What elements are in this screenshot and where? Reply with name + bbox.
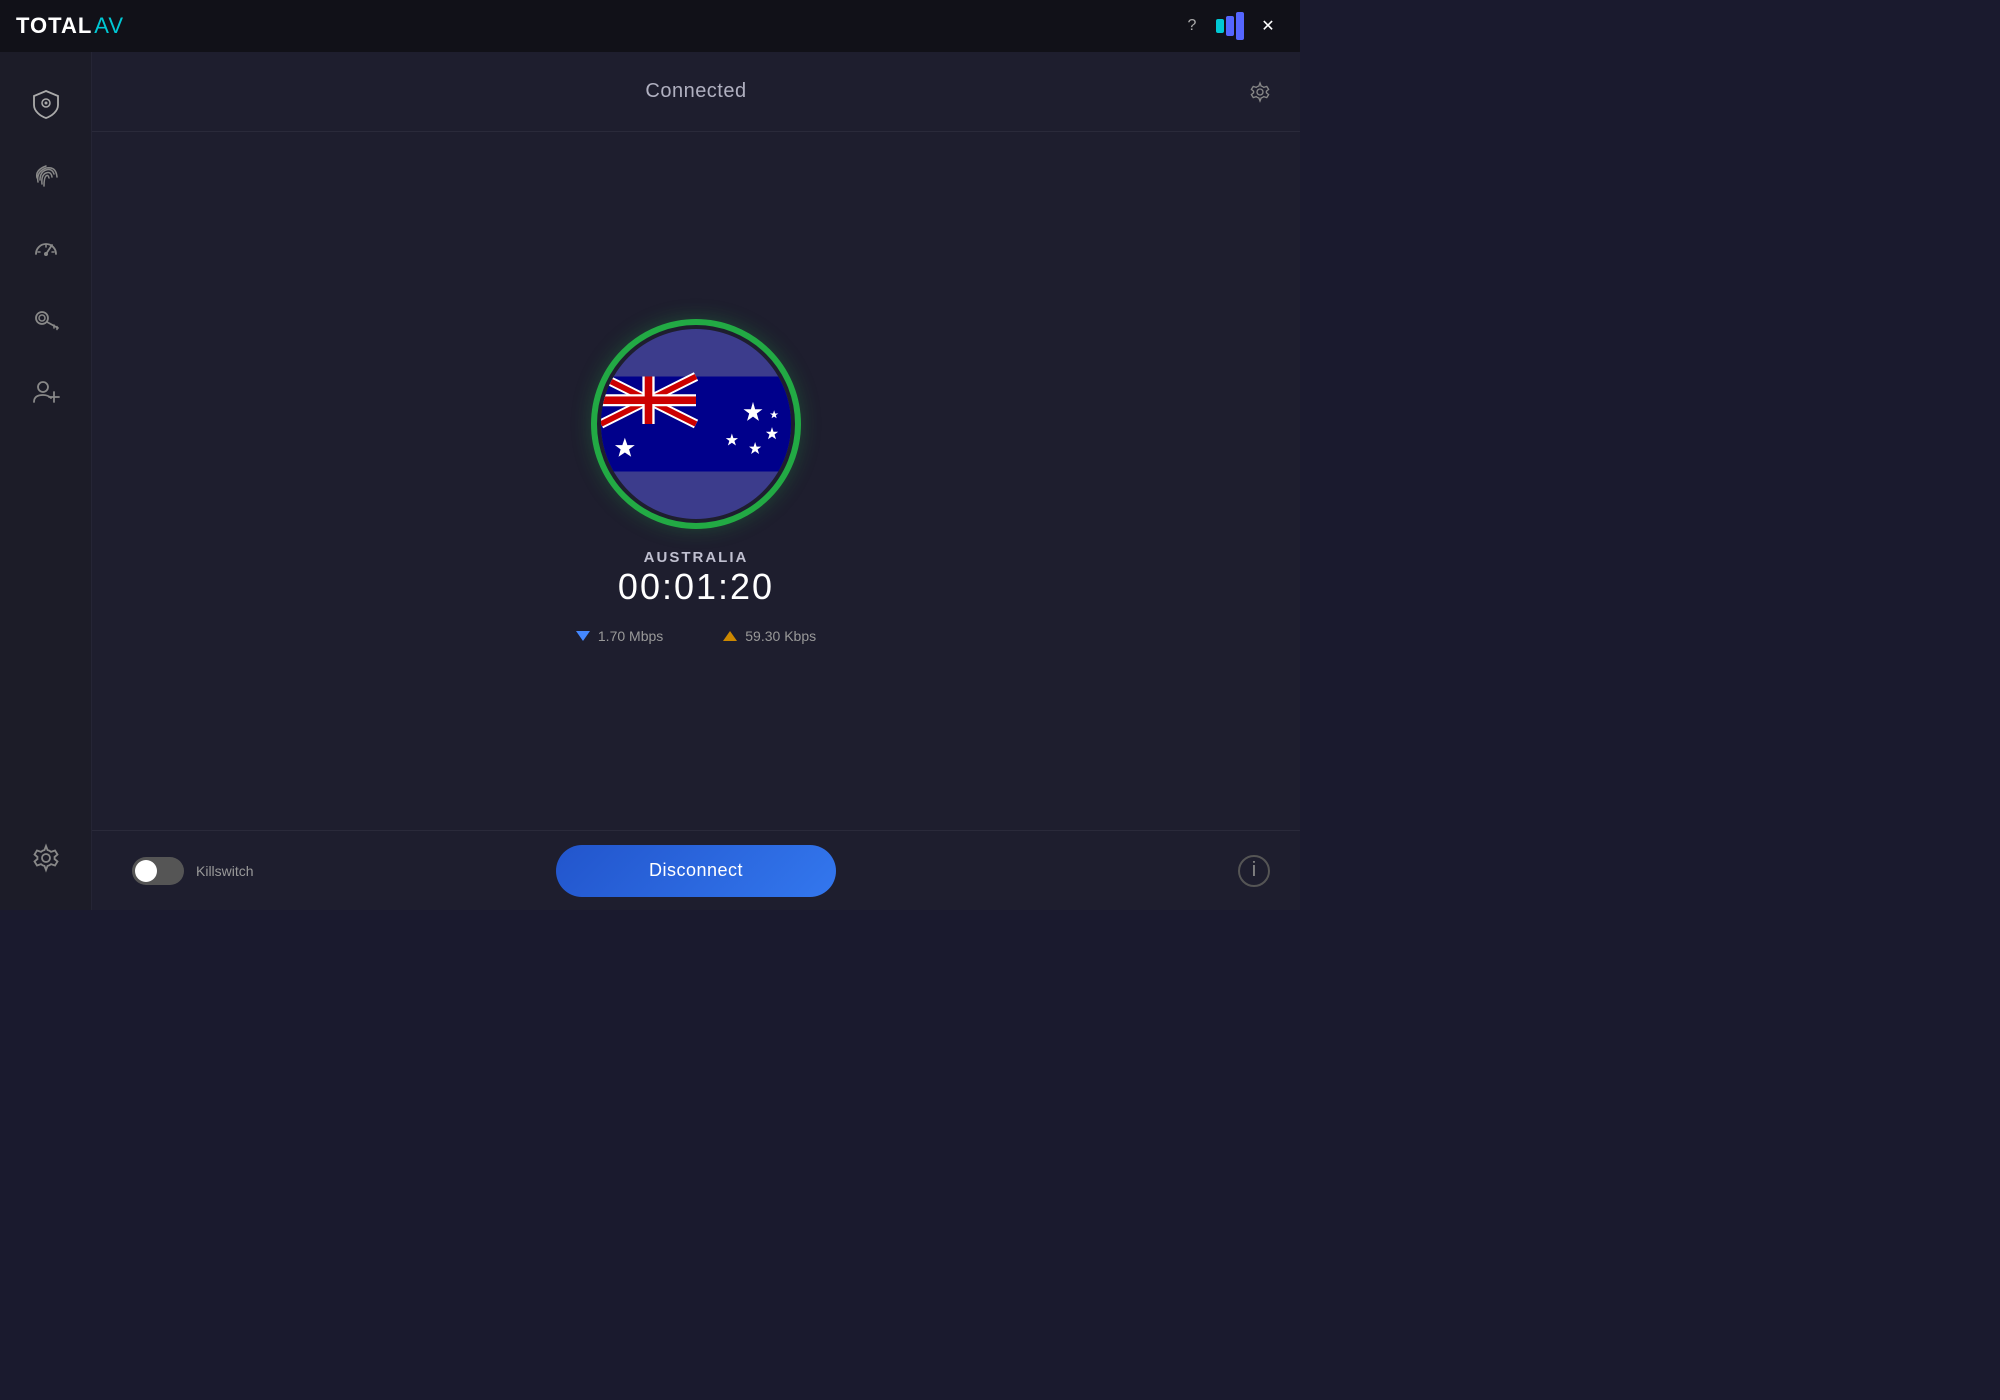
connection-timer: 00:01:20 <box>618 566 774 608</box>
titlebar: TOTAL AV ? ✕ <box>0 0 1300 52</box>
download-speed: 1.70 Mbps <box>576 628 663 644</box>
main-layout: Connected <box>0 52 1300 910</box>
app-logo: TOTAL AV <box>16 13 124 39</box>
connection-status: Connected <box>645 80 746 103</box>
killswitch-toggle[interactable] <box>132 857 184 885</box>
help-button[interactable]: ? <box>1176 10 1208 42</box>
sidebar-item-shield[interactable] <box>14 72 78 136</box>
logo-total: TOTAL <box>16 13 92 39</box>
shield-icon <box>30 88 62 120</box>
download-arrow-icon <box>576 631 590 641</box>
country-name: AUSTRALIA <box>618 549 774 566</box>
settings-button[interactable] <box>1240 72 1280 112</box>
fingerprint-icon <box>30 160 62 192</box>
key-icon <box>30 304 62 336</box>
vpn-content-area: Connected <box>92 52 1300 910</box>
toggle-knob <box>135 860 157 882</box>
australia-flag <box>601 329 791 519</box>
sidebar-item-tuneup[interactable] <box>14 216 78 280</box>
killswitch-container: Killswitch <box>132 857 254 885</box>
killswitch-label: Killswitch <box>196 863 254 879</box>
bottom-bar: Killswitch Disconnect i <box>92 830 1300 910</box>
upload-speed: 59.30 Kbps <box>723 628 816 644</box>
speed-stats: 1.70 Mbps 59.30 Kbps <box>576 628 816 644</box>
vpn-status-icon <box>1216 12 1244 40</box>
sidebar-item-password[interactable] <box>14 288 78 352</box>
sidebar-item-webshield[interactable] <box>14 144 78 208</box>
gear-sidebar-icon <box>30 842 62 874</box>
vpn-header: Connected <box>92 52 1300 132</box>
disconnect-button[interactable]: Disconnect <box>556 845 836 897</box>
gear-icon <box>1248 80 1272 104</box>
titlebar-controls: ? ✕ <box>1176 10 1284 42</box>
close-button[interactable]: ✕ <box>1252 10 1284 42</box>
flag-ring <box>591 319 801 529</box>
speedometer-icon <box>30 232 62 264</box>
info-button[interactable]: i <box>1238 855 1270 887</box>
upload-arrow-icon <box>723 631 737 641</box>
sidebar-item-add-user[interactable] <box>14 360 78 424</box>
connection-info: AUSTRALIA 00:01:20 <box>618 549 774 608</box>
sidebar <box>0 52 92 910</box>
vpn-main: AUSTRALIA 00:01:20 1.70 Mbps 59.30 Kbps <box>92 132 1300 830</box>
sidebar-item-settings[interactable] <box>14 826 78 890</box>
logo-av: AV <box>94 13 124 39</box>
country-flag-container <box>591 319 801 529</box>
flag-circle <box>601 329 791 519</box>
add-user-icon <box>30 376 62 408</box>
